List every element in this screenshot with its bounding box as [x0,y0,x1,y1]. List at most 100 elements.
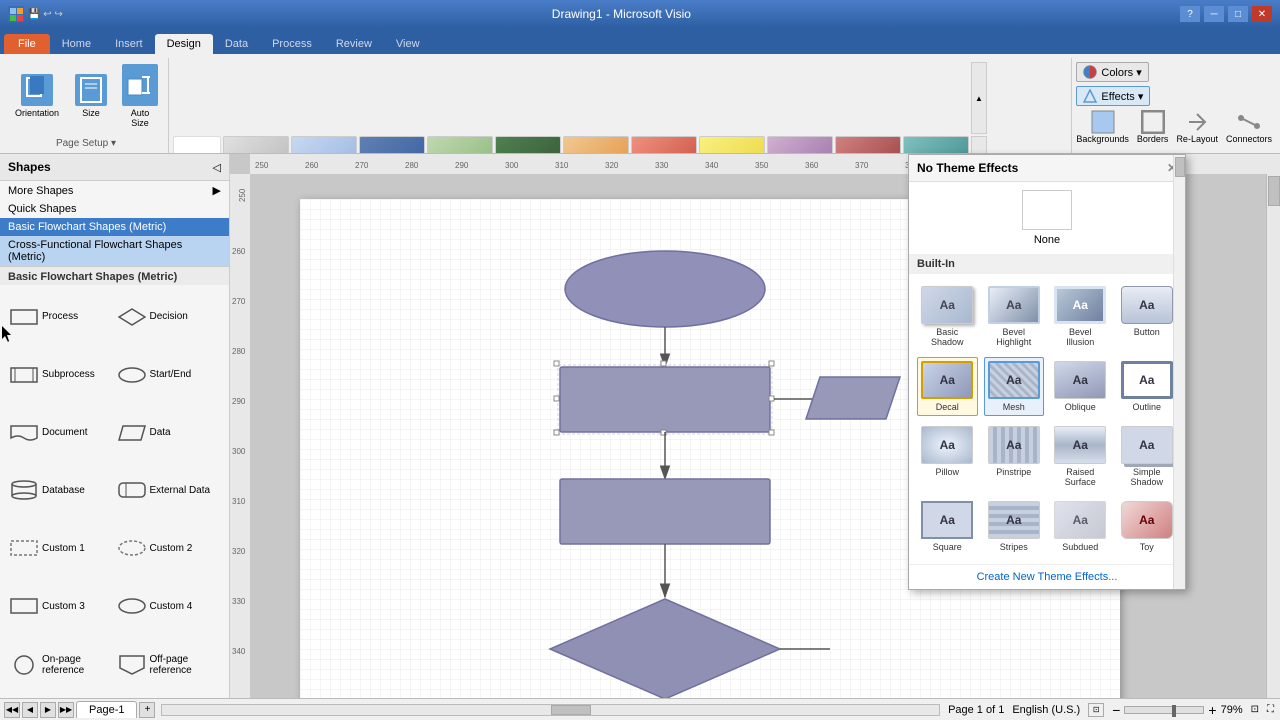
tab-process[interactable]: Process [260,34,324,54]
theme-2[interactable]: Aa [291,136,357,154]
custom4-icon [118,596,146,616]
tab-insert[interactable]: Insert [103,34,155,54]
effect-button[interactable]: Aa Button [1117,282,1178,351]
effects-grid: Aa Basic Shadow Aa Bevel Highlight Aa Be… [909,274,1185,564]
shape-subprocess[interactable]: Subprocess [8,347,114,403]
borders-button[interactable]: Borders [1137,110,1169,144]
svg-text:260: 260 [305,161,319,170]
scrollbar-horizontal[interactable] [161,704,940,716]
sidebar-item-more-shapes[interactable]: More Shapes ▶ [0,181,229,200]
colors-button[interactable]: Colors ▾ [1076,62,1148,82]
theme-10[interactable]: Aa [835,136,901,154]
svg-text:360: 360 [805,161,819,170]
effect-pinstripe[interactable]: Aa Pinstripe [984,422,1045,491]
document-label: Document [42,427,88,438]
shape-custom2[interactable]: Custom 2 [116,520,222,576]
theme-scroll-down[interactable]: ▼ [971,136,987,154]
shape-document[interactable]: Document [8,405,114,461]
page-tab-1[interactable]: Page-1 [76,701,137,718]
language: English (U.S.) [1012,704,1080,716]
sidebar-item-basic-flowchart[interactable]: Basic Flowchart Shapes (Metric) [0,218,229,236]
theme-11[interactable]: Aa [903,136,969,154]
sidebar-item-quick-shapes[interactable]: Quick Shapes [0,200,229,218]
effect-square[interactable]: Aa Square [917,497,978,556]
auto-size-button[interactable]: AutoSize [120,62,160,130]
effect-mesh[interactable]: Aa Mesh [984,357,1045,416]
theme-scroll-up[interactable]: ▲ [971,62,987,134]
effect-pillow[interactable]: Aa Pillow [917,422,978,491]
shape-process[interactable]: Process [8,289,114,345]
tab-review[interactable]: Review [324,34,384,54]
fit-page-btn[interactable]: ⊡ [1251,704,1259,715]
fullscreen-btn[interactable]: ⛶ [1267,704,1274,715]
quick-shapes-label: Quick Shapes [8,203,76,215]
maximize-button[interactable]: □ [1228,6,1248,22]
svg-text:310: 310 [555,161,569,170]
theme-5[interactable]: Aa [495,136,561,154]
relayout-button[interactable]: Re-Layout [1176,110,1218,144]
shape-database[interactable]: Database [8,463,114,519]
size-button[interactable]: Size [66,62,116,130]
data-label: Data [150,427,171,438]
shape-offpage-ref[interactable]: Off-page reference [116,636,222,694]
zoom-in-btn[interactable]: + [1208,702,1216,718]
page-next-btn[interactable]: ▶ [40,702,56,718]
theme-7[interactable]: Aa [631,136,697,154]
tab-data[interactable]: Data [213,34,260,54]
shape-decision[interactable]: Decision [116,289,222,345]
theme-6[interactable]: Aa [563,136,629,154]
sidebar-item-cross-functional[interactable]: Cross-Functional Flowchart Shapes (Metri… [0,236,229,266]
shape-custom4[interactable]: Custom 4 [116,578,222,634]
effect-raised-surface[interactable]: Aa Raised Surface [1050,422,1111,491]
effect-toy[interactable]: Aa Toy [1117,497,1178,556]
effect-basic-shadow[interactable]: Aa Basic Shadow [917,282,978,351]
theme-none[interactable] [173,136,221,154]
effects-none-thumb[interactable] [1022,190,1072,230]
svg-text:340: 340 [232,647,246,656]
page-first-btn[interactable]: ◀◀ [4,702,20,718]
shape-external-data[interactable]: External Data [116,463,222,519]
effect-stripes[interactable]: Aa Stripes [984,497,1045,556]
minimize-button[interactable]: ─ [1204,6,1224,22]
tab-home[interactable]: Home [50,34,103,54]
effects-panel-scrollbar[interactable] [1173,155,1185,589]
shape-custom1[interactable]: Custom 1 [8,520,114,576]
shape-startend[interactable]: Start/End [116,347,222,403]
document-icon [10,423,38,443]
theme-4[interactable]: Aa [427,136,493,154]
theme-3[interactable]: Aa [359,136,425,154]
effect-bevel-highlight[interactable]: Aa Bevel Highlight [984,282,1045,351]
effect-bevel-illusion[interactable]: Aa Bevel Illusion [1050,282,1111,351]
page-prev-btn[interactable]: ◀ [22,702,38,718]
page-size-indicator[interactable]: ⊡ [1088,703,1104,717]
effects-button[interactable]: Effects ▾ [1076,86,1150,106]
effects-create-link[interactable]: Create New Theme Effects... [909,564,1185,589]
tab-file[interactable]: File [4,34,50,54]
connectors-button[interactable]: Connectors [1226,110,1272,144]
theme-1[interactable]: Aa [223,136,289,154]
help-button[interactable]: ? [1180,6,1200,22]
page-last-btn[interactable]: ▶▶ [58,702,74,718]
zoom-slider[interactable] [1124,706,1204,714]
close-button[interactable]: ✕ [1252,6,1272,22]
shape-data[interactable]: Data [116,405,222,461]
sidebar-collapse-icon[interactable]: ◁ [213,161,221,174]
tab-design[interactable]: Design [155,34,213,54]
zoom-out-btn[interactable]: − [1112,702,1120,718]
orientation-button[interactable]: Orientation [12,62,62,130]
tab-view[interactable]: View [384,34,432,54]
page-info: Page 1 of 1 [948,704,1004,716]
svg-text:270: 270 [232,297,246,306]
theme-9[interactable]: Aa [767,136,833,154]
shape-onpage-ref[interactable]: On-page reference [8,636,114,694]
effect-decal[interactable]: Aa Decal [917,357,978,416]
effect-outline[interactable]: Aa Outline [1117,357,1178,416]
effect-simple-shadow[interactable]: Aa Simple Shadow [1117,422,1178,491]
effect-oblique[interactable]: Aa Oblique [1050,357,1111,416]
theme-8[interactable]: Aa [699,136,765,154]
add-page-btn[interactable]: + [139,702,155,718]
canvas-scrollbar-vertical[interactable] [1266,174,1280,698]
effect-subdued[interactable]: Aa Subdued [1050,497,1111,556]
backgrounds-button[interactable]: Backgrounds [1076,110,1129,144]
shape-custom3[interactable]: Custom 3 [8,578,114,634]
